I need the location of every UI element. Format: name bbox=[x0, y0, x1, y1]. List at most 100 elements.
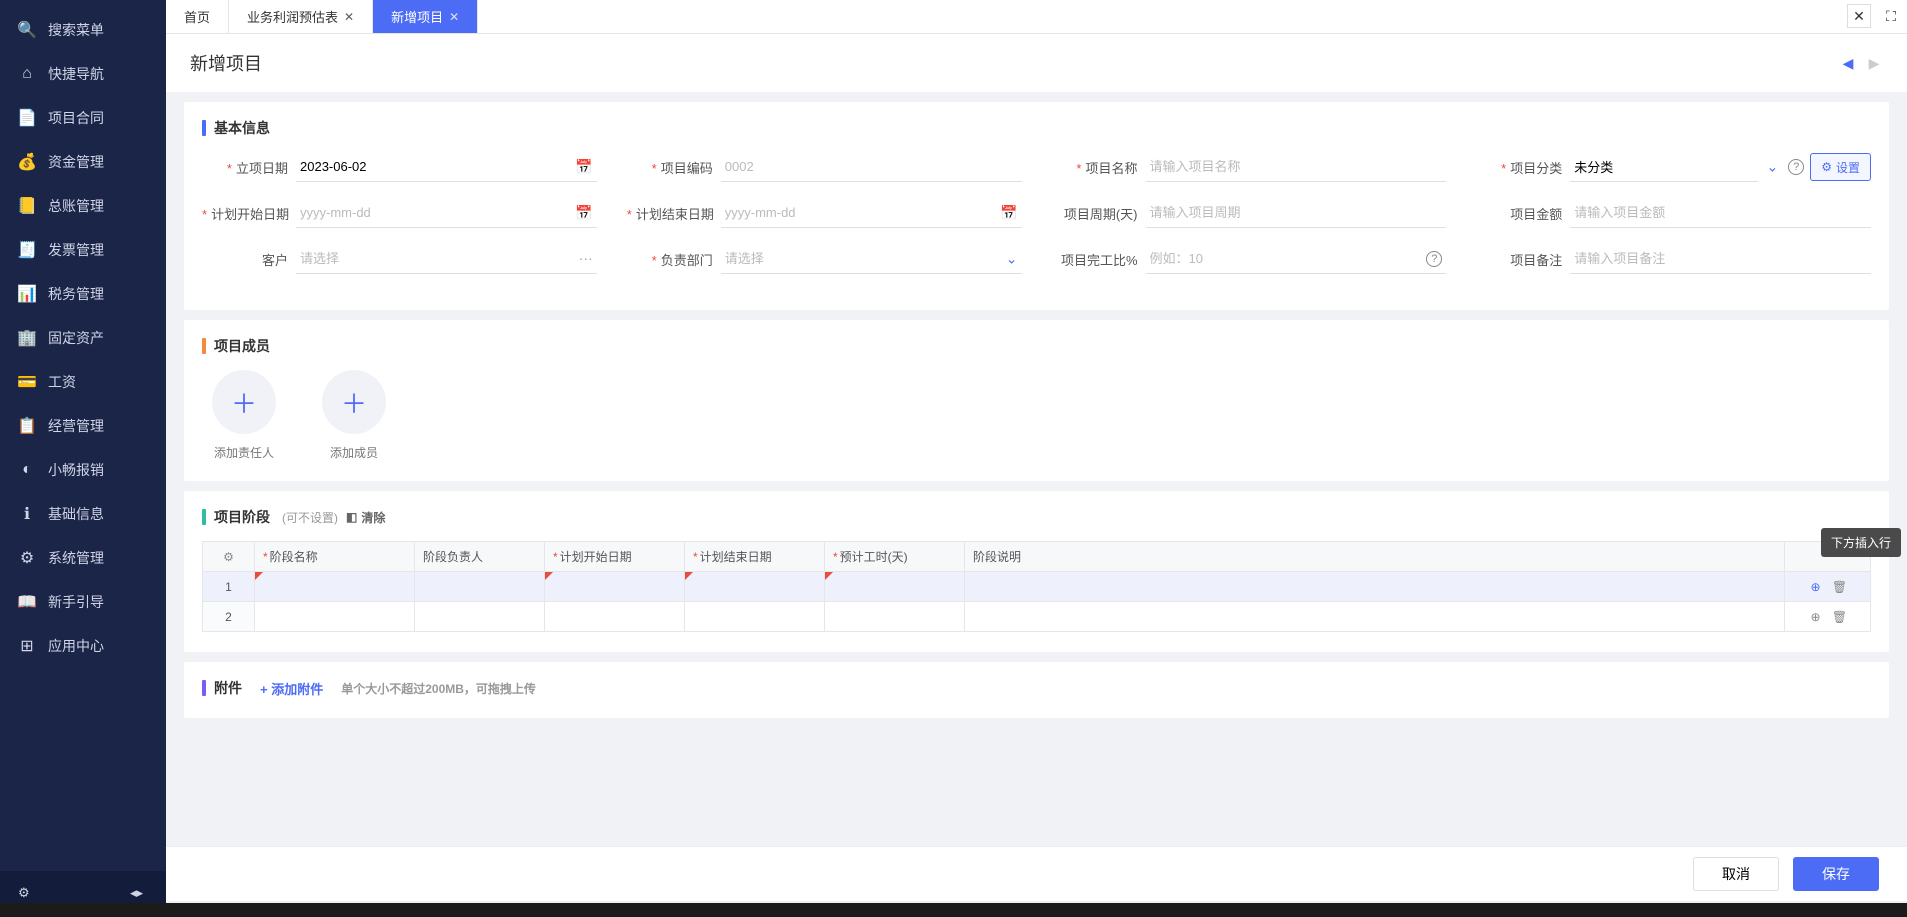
menu-icon: ⊞ bbox=[18, 637, 36, 655]
tab-bar: 首页业务利润预估表 ✕ 新增项目 ✕ bbox=[166, 0, 1907, 34]
calendar-icon[interactable]: 📅 bbox=[575, 205, 592, 222]
proj-name-input[interactable] bbox=[1146, 152, 1447, 182]
gear-icon[interactable]: ⚙ bbox=[223, 550, 234, 564]
amount-input[interactable] bbox=[1570, 198, 1871, 228]
menu-icon: ℹ bbox=[18, 505, 36, 523]
close-icon[interactable]: ✕ bbox=[449, 10, 459, 24]
proj-code-input[interactable] bbox=[721, 152, 1022, 182]
close-icon[interactable]: ✕ bbox=[344, 10, 354, 24]
prev-arrow-icon[interactable]: ◀ bbox=[1839, 54, 1857, 72]
sidebar-item-13[interactable]: 📖 新手引导 bbox=[0, 580, 166, 624]
sidebar-item-12[interactable]: ⚙系统管理 bbox=[0, 536, 166, 580]
gear-icon[interactable]: ⚙ bbox=[18, 885, 36, 903]
os-taskbar bbox=[0, 903, 1907, 917]
footer: 取消 保存 bbox=[166, 846, 1907, 901]
sidebar-item-label: 新手引导 bbox=[48, 592, 104, 612]
tab-label: 业务利润预估表 bbox=[247, 7, 338, 26]
menu-icon: 📖 bbox=[18, 593, 36, 611]
sidebar-item-9[interactable]: 📋经营管理 bbox=[0, 404, 166, 448]
close-icon[interactable]: ✕ bbox=[1847, 4, 1871, 28]
est-date-input[interactable] bbox=[296, 152, 597, 182]
add-owner-button[interactable]: ＋ bbox=[212, 370, 276, 434]
col-stage-end: 计划结束日期 bbox=[685, 542, 825, 572]
remark-input[interactable] bbox=[1570, 244, 1871, 274]
section-bar-icon bbox=[202, 509, 206, 525]
row-number: 1 bbox=[203, 572, 255, 602]
complete-input[interactable] bbox=[1146, 244, 1447, 274]
sidebar-item-1[interactable]: ⌂ 快捷导航 bbox=[0, 52, 166, 96]
menu-icon: 📊 bbox=[18, 285, 36, 303]
sidebar-item-label: 资金管理 bbox=[48, 152, 104, 172]
help-icon[interactable]: ? bbox=[1788, 159, 1804, 175]
add-attachment-button[interactable]: + 添加附件 bbox=[260, 679, 323, 698]
tab-2[interactable]: 新增项目 ✕ bbox=[373, 0, 478, 33]
sidebar-item-label: 固定资产 bbox=[48, 328, 104, 348]
menu-icon: ◐ bbox=[18, 461, 36, 479]
menu-icon: ⌂ bbox=[18, 65, 36, 83]
sidebar-item-label: 应用中心 bbox=[48, 636, 104, 656]
delete-row-icon[interactable]: 🗑 bbox=[1832, 609, 1848, 625]
expand-icon[interactable]: ⛶ bbox=[1879, 4, 1903, 28]
save-button[interactable]: 保存 bbox=[1793, 857, 1879, 891]
more-icon[interactable]: ⋯ bbox=[579, 251, 593, 268]
collapse-icon[interactable]: ◂▸ bbox=[130, 885, 148, 903]
menu-icon: 🏢 bbox=[18, 329, 36, 347]
insert-row-icon[interactable]: ⊕ bbox=[1808, 579, 1824, 595]
section-bar-icon bbox=[202, 120, 206, 136]
customer-label: 客户 bbox=[202, 250, 296, 269]
section-title: 附件 bbox=[214, 678, 242, 698]
sidebar-item-label: 搜索菜单 bbox=[48, 20, 104, 40]
sidebar-item-label: 快捷导航 bbox=[48, 64, 104, 84]
col-stage-hours: 预计工时(天) bbox=[825, 542, 965, 572]
sidebar-item-0[interactable]: 🔍搜索菜单 bbox=[0, 8, 166, 52]
tooltip: 下方插入行 bbox=[1821, 528, 1901, 557]
stages-card: 项目阶段 (可不设置) ◧清除 ⚙ 阶段名称 阶段负责人 计划开始日期 计划结束… bbox=[184, 491, 1889, 652]
add-member-button[interactable]: ＋ bbox=[322, 370, 386, 434]
delete-row-icon[interactable]: 🗑 bbox=[1832, 579, 1848, 595]
plan-start-label: 计划开始日期 bbox=[202, 204, 296, 223]
sidebar-item-5[interactable]: 🧾 发票管理 bbox=[0, 228, 166, 272]
sidebar-item-4[interactable]: 📒总账管理 bbox=[0, 184, 166, 228]
calendar-icon[interactable]: 📅 bbox=[575, 159, 592, 176]
help-icon[interactable]: ? bbox=[1426, 251, 1442, 267]
sidebar-item-14[interactable]: ⊞ 应用中心 bbox=[0, 624, 166, 668]
customer-select[interactable] bbox=[296, 244, 597, 274]
plan-start-input[interactable] bbox=[296, 198, 597, 228]
sidebar-item-label: 小畅报销 bbox=[48, 460, 104, 480]
complete-label: 项目完工比% bbox=[1052, 250, 1146, 269]
table-row[interactable]: 2 ⊕🗑 bbox=[203, 602, 1871, 632]
tab-label: 新增项目 bbox=[391, 7, 443, 26]
sidebar-item-label: 基础信息 bbox=[48, 504, 104, 524]
sidebar-item-7[interactable]: 🏢 固定资产 bbox=[0, 316, 166, 360]
plan-end-input[interactable] bbox=[721, 198, 1022, 228]
menu-icon: 🧾 bbox=[18, 241, 36, 259]
sidebar-item-2[interactable]: 📄项目合同 bbox=[0, 96, 166, 140]
chevron-down-icon[interactable]: ⌄ bbox=[1006, 251, 1018, 268]
settings-button[interactable]: ⚙设置 bbox=[1810, 153, 1871, 181]
next-arrow-icon[interactable]: ▶ bbox=[1865, 54, 1883, 72]
dept-label: 负责部门 bbox=[627, 250, 721, 269]
stage-table: ⚙ 阶段名称 阶段负责人 计划开始日期 计划结束日期 预计工时(天) 阶段说明 … bbox=[202, 541, 1871, 632]
remark-label: 项目备注 bbox=[1476, 250, 1570, 269]
clear-button[interactable]: ◧清除 bbox=[346, 509, 385, 526]
chevron-down-icon[interactable]: ⌄ bbox=[1766, 159, 1778, 176]
sidebar-item-label: 发票管理 bbox=[48, 240, 104, 260]
dept-select[interactable] bbox=[721, 244, 1022, 274]
menu-icon: 💳 bbox=[18, 373, 36, 391]
cancel-button[interactable]: 取消 bbox=[1693, 857, 1779, 891]
calendar-icon[interactable]: 📅 bbox=[1000, 205, 1017, 222]
sidebar-item-11[interactable]: ℹ 基础信息 bbox=[0, 492, 166, 536]
tab-1[interactable]: 业务利润预估表 ✕ bbox=[229, 0, 373, 33]
sidebar-item-6[interactable]: 📊税务管理 bbox=[0, 272, 166, 316]
sidebar-item-3[interactable]: 💰资金管理 bbox=[0, 140, 166, 184]
table-row[interactable]: 1 ⊕ 🗑 bbox=[203, 572, 1871, 602]
insert-row-icon[interactable]: ⊕ bbox=[1808, 609, 1824, 625]
period-input[interactable] bbox=[1146, 198, 1447, 228]
sidebar-item-10[interactable]: ◐ 小畅报销 bbox=[0, 448, 166, 492]
section-bar-icon bbox=[202, 680, 206, 696]
tab-0[interactable]: 首页 bbox=[166, 0, 229, 33]
proj-cat-select[interactable] bbox=[1570, 152, 1758, 182]
section-title: 项目成员 bbox=[214, 336, 270, 356]
sidebar-item-8[interactable]: 💳工资 bbox=[0, 360, 166, 404]
col-stage-owner: 阶段负责人 bbox=[415, 542, 545, 572]
